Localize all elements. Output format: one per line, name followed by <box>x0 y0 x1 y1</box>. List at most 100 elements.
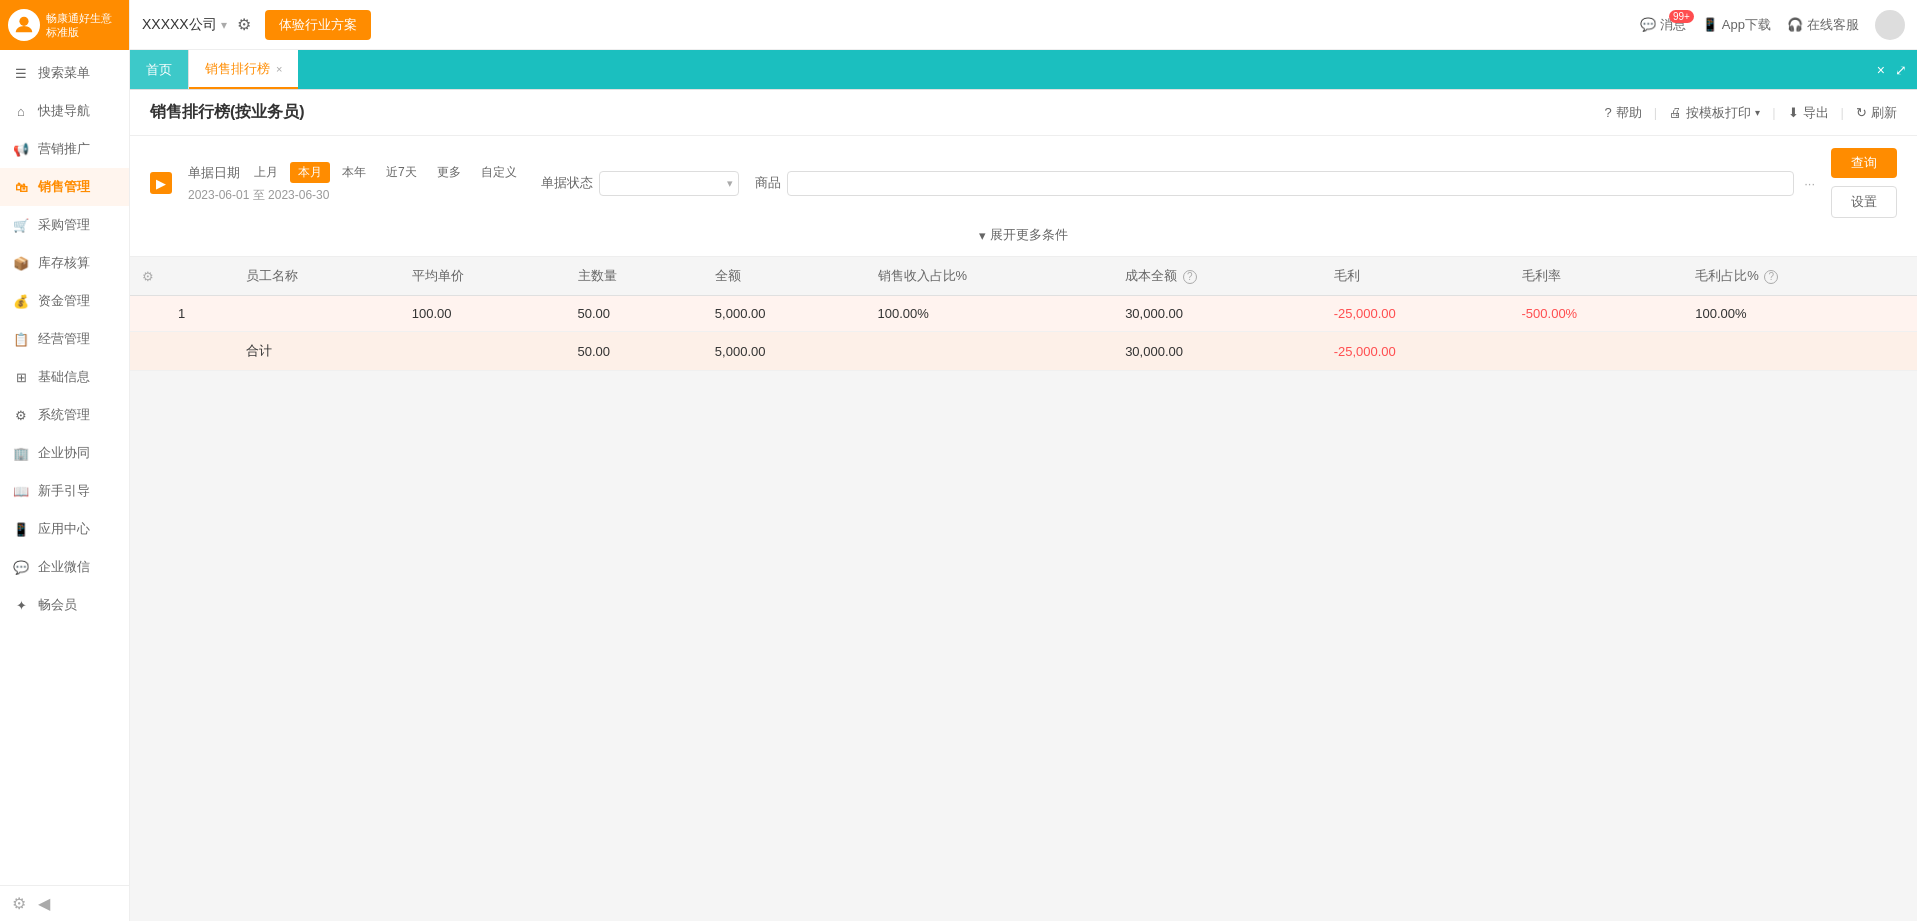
date-tab-year[interactable]: 本年 <box>334 162 374 183</box>
footer-sales-pct <box>866 332 1114 371</box>
tab-home-label: 首页 <box>146 61 172 79</box>
cart-icon: 🛒 <box>12 216 30 234</box>
date-tab-7days[interactable]: 近7天 <box>378 162 425 183</box>
footer-label: 合计 <box>234 332 400 371</box>
trial-button[interactable]: 体验行业方案 <box>265 10 371 40</box>
sidebar-item-operations[interactable]: 📋 经营管理 <box>0 320 129 358</box>
col-avg-price-header: 平均单价 <box>400 257 566 296</box>
status-filter-group: 单据状态 <box>541 171 739 196</box>
wallet-icon: 💰 <box>12 292 30 310</box>
topbar-right: 💬 消息 99+ 📱 App下载 🎧 在线客服 <box>1640 10 1905 40</box>
sidebar-item-system[interactable]: ⚙ 系统管理 <box>0 396 129 434</box>
member-icon: ✦ <box>12 596 30 614</box>
enterprise-icon: 🏢 <box>12 444 30 462</box>
table-area: ⚙ 员工名称 平均单价 主数量 全额 销售收入占比% 成本全额 ? 毛利 毛利率 <box>130 257 1917 371</box>
goods-filter-label: 商品 <box>755 174 781 192</box>
filter-settings-button[interactable]: 设置 <box>1831 186 1897 218</box>
refresh-button[interactable]: ↻ 刷新 <box>1856 104 1897 122</box>
page-title: 销售排行榜(按业务员) <box>150 102 305 123</box>
sidebar-settings-button[interactable]: ⚙ <box>12 894 26 913</box>
col-sales-pct-header: 销售收入占比% <box>866 257 1114 296</box>
window-close-icon[interactable]: × <box>1877 62 1885 78</box>
col-gross-pct-header: 毛利占比% ? <box>1683 257 1917 296</box>
company-selector[interactable]: XXXXX公司 ▾ <box>142 16 227 34</box>
status-select-wrap <box>599 171 739 196</box>
col-gross-rate-header: 毛利率 <box>1510 257 1684 296</box>
col-settings-header[interactable]: ⚙ <box>130 257 166 296</box>
sidebar-item-enterprise[interactable]: 🏢 企业协同 <box>0 434 129 472</box>
expand-more-section: ▾ 展开更多条件 <box>150 226 1897 244</box>
cost-info-icon[interactable]: ? <box>1183 270 1197 284</box>
row-qty: 50.00 <box>566 296 703 332</box>
sidebar-collapse-button[interactable]: ◀ <box>38 894 50 913</box>
sidebar-item-basic[interactable]: ⊞ 基础信息 <box>0 358 129 396</box>
sidebar-item-sales[interactable]: 🛍 销售管理 <box>0 168 129 206</box>
export-button[interactable]: ⬇ 导出 <box>1788 104 1829 122</box>
status-select[interactable] <box>599 171 739 196</box>
megaphone-icon: 📢 <box>12 140 30 158</box>
tab-home[interactable]: 首页 <box>130 50 189 89</box>
headset-icon: 🎧 <box>1787 17 1803 32</box>
bag-icon: 🛍 <box>12 178 30 196</box>
page-actions: ? 帮助 | 🖨 按模板打印 ▾ | ⬇ 导出 | ↻ 刷新 <box>1605 104 1897 122</box>
row-sales-pct: 100.00% <box>866 296 1114 332</box>
sidebar: 畅康通好生意 标准版 ☰ 搜索菜单 ⌂ 快捷导航 📢 营销推广 🛍 销售管理 🛒… <box>0 0 130 921</box>
app-label: App下载 <box>1722 16 1771 34</box>
date-tab-prev-month[interactable]: 上月 <box>246 162 286 183</box>
mobile-icon: 📱 <box>1702 17 1718 32</box>
gross-pct-info-icon[interactable]: ? <box>1764 270 1778 284</box>
sidebar-item-inventory[interactable]: 📦 库存核算 <box>0 244 129 282</box>
topbar-settings-icon[interactable]: ⚙ <box>237 15 251 34</box>
sidebar-item-finance[interactable]: 💰 资金管理 <box>0 282 129 320</box>
expand-more-button[interactable]: ▾ 展开更多条件 <box>150 226 1897 244</box>
sidebar-item-wechat[interactable]: 💬 企业微信 <box>0 548 129 586</box>
row-avg-price: 100.00 <box>400 296 566 332</box>
tab-close-icon[interactable]: × <box>276 63 282 75</box>
page-header: 销售排行榜(按业务员) ? 帮助 | 🖨 按模板打印 ▾ | ⬇ 导出 | <box>130 90 1917 136</box>
goods-more-icon[interactable]: ··· <box>1804 176 1815 191</box>
table-row: 1 100.00 50.00 5,000.00 100.00% 30,000.0… <box>130 296 1917 332</box>
service-label: 在线客服 <box>1807 16 1859 34</box>
online-service-button[interactable]: 🎧 在线客服 <box>1787 16 1859 34</box>
date-tab-current-month[interactable]: 本月 <box>290 162 330 183</box>
wechat-icon: 💬 <box>12 558 30 576</box>
guide-icon: 📖 <box>12 482 30 500</box>
goods-input[interactable] <box>787 171 1794 196</box>
query-button[interactable]: 查询 <box>1831 148 1897 178</box>
message-button[interactable]: 💬 消息 99+ <box>1640 16 1686 34</box>
footer-qty: 50.00 <box>566 332 703 371</box>
sidebar-item-marketing[interactable]: 📢 营销推广 <box>0 130 129 168</box>
status-filter-label: 单据状态 <box>541 174 593 192</box>
date-range-display: 2023-06-01 至 2023-06-30 <box>188 187 525 204</box>
row-settings <box>130 296 166 332</box>
row-amount: 5,000.00 <box>703 296 866 332</box>
window-restore-icon[interactable]: ⤢ <box>1895 62 1907 78</box>
sidebar-nav: ☰ 搜索菜单 ⌂ 快捷导航 📢 营销推广 🛍 销售管理 🛒 采购管理 📦 库存核… <box>0 50 129 885</box>
company-name: XXXXX公司 <box>142 16 217 34</box>
date-tabs: 上月 本月 本年 近7天 更多 自定义 <box>246 162 525 183</box>
sidebar-item-quick-nav[interactable]: ⌂ 快捷导航 <box>0 92 129 130</box>
chart-icon: 📋 <box>12 330 30 348</box>
home-icon: ⌂ <box>12 102 30 120</box>
action-buttons: 查询 设置 <box>1831 148 1897 218</box>
sidebar-item-purchase[interactable]: 🛒 采购管理 <box>0 206 129 244</box>
export-icon: ⬇ <box>1788 105 1799 120</box>
table-header-row: ⚙ 员工名称 平均单价 主数量 全额 销售收入占比% 成本全额 ? 毛利 毛利率 <box>130 257 1917 296</box>
row-cost: 30,000.00 <box>1113 296 1322 332</box>
tab-sales-ranking[interactable]: 销售排行榜 × <box>189 50 298 89</box>
user-avatar[interactable] <box>1875 10 1905 40</box>
date-tab-custom[interactable]: 自定义 <box>473 162 525 183</box>
message-icon: 💬 <box>1640 17 1656 32</box>
sidebar-item-member[interactable]: ✦ 畅会员 <box>0 586 129 624</box>
date-tab-more[interactable]: 更多 <box>429 162 469 183</box>
sidebar-item-apps[interactable]: 📱 应用中心 <box>0 510 129 548</box>
col-name-header: 员工名称 <box>234 257 400 296</box>
footer-avg-price <box>400 332 566 371</box>
app-download-button[interactable]: 📱 App下载 <box>1702 16 1771 34</box>
filter-expand-arrow[interactable]: ▶ <box>150 172 172 194</box>
sidebar-item-search[interactable]: ☰ 搜索菜单 <box>0 54 129 92</box>
help-button[interactable]: ? 帮助 <box>1605 104 1642 122</box>
print-button[interactable]: 🖨 按模板打印 ▾ <box>1669 104 1760 122</box>
sidebar-item-guide[interactable]: 📖 新手引导 <box>0 472 129 510</box>
grid-icon: ⊞ <box>12 368 30 386</box>
